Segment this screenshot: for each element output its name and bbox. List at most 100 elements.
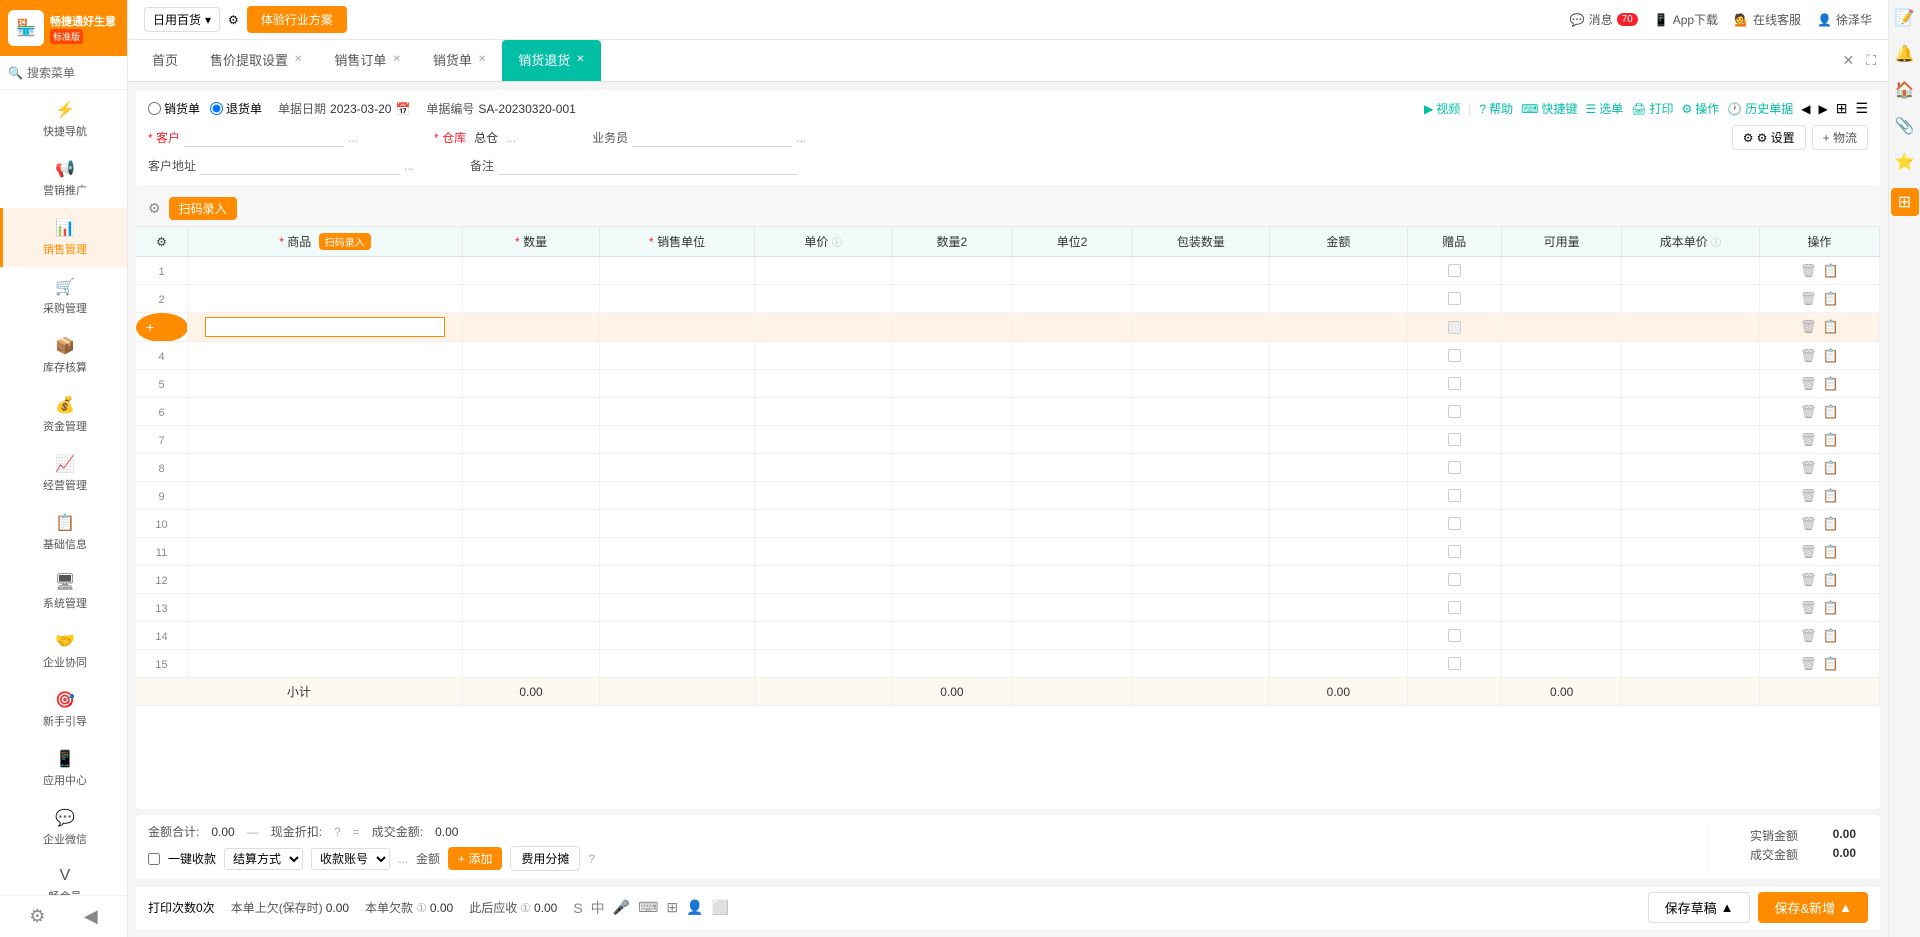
goods-cell[interactable] [188, 342, 463, 370]
data-cell[interactable] [462, 454, 599, 482]
data-cell[interactable] [754, 566, 891, 594]
gift-cell[interactable] [1407, 510, 1501, 538]
right-panel-icon-orange[interactable]: ⊞ [1891, 188, 1919, 216]
delete-row-icon[interactable]: 🗑 [1800, 404, 1817, 420]
data-cell[interactable] [892, 482, 1012, 510]
copy-row-icon[interactable]: 📋 [1822, 291, 1838, 307]
delete-row-icon[interactable]: 🗑 [1800, 348, 1817, 364]
gift-checkbox[interactable] [1448, 545, 1461, 558]
data-cell[interactable] [892, 285, 1012, 313]
prev-icon[interactable]: ◀ [1801, 102, 1810, 116]
data-cell[interactable] [754, 594, 891, 622]
data-cell[interactable] [600, 370, 755, 398]
data-cell[interactable] [754, 510, 891, 538]
data-cell[interactable] [600, 313, 755, 342]
copy-row-icon[interactable]: 📋 [1822, 656, 1838, 672]
data-cell[interactable] [1132, 257, 1269, 285]
goods-cell[interactable] [188, 370, 463, 398]
data-cell[interactable] [462, 538, 599, 566]
copy-row-icon[interactable]: 📋 [1822, 600, 1838, 616]
sidebar-item-inventory[interactable]: 📦 库存核算 [0, 326, 127, 385]
operation-btn[interactable]: ⚙ 操作 [1681, 100, 1719, 117]
delete-row-icon[interactable]: 🗑 [1800, 516, 1817, 532]
goods-input[interactable] [205, 317, 444, 337]
sidebar-item-wechat[interactable]: 💬 企业微信 [0, 798, 127, 857]
help-discount-icon[interactable]: ? [334, 825, 341, 839]
data-cell[interactable] [892, 313, 1012, 342]
data-cell[interactable] [1012, 622, 1132, 650]
data-cell[interactable] [462, 622, 599, 650]
sidebar-item-system[interactable]: 🖥 系统管理 [0, 562, 127, 621]
data-cell[interactable] [462, 342, 599, 370]
data-cell[interactable] [892, 566, 1012, 594]
right-panel-icon-3[interactable]: 🏠 [1895, 80, 1915, 100]
data-cell[interactable] [892, 538, 1012, 566]
radio-delivery-input[interactable] [148, 102, 161, 115]
data-cell[interactable] [1132, 594, 1269, 622]
available-cell[interactable] [1502, 482, 1622, 510]
delete-row-icon[interactable]: 🗑 [1800, 263, 1817, 279]
delete-row-icon[interactable]: 🗑 [1800, 291, 1817, 307]
data-cell[interactable] [754, 342, 891, 370]
copy-row-icon[interactable]: 📋 [1822, 319, 1838, 335]
video-btn[interactable]: ▶ 视频 [1424, 100, 1460, 117]
sidebar-item-guide[interactable]: 🎯 新手引导 [0, 680, 127, 739]
remark-input[interactable] [498, 156, 798, 175]
gift-checkbox[interactable] [1448, 405, 1461, 418]
tab-close-sales-order[interactable]: ✕ [392, 54, 400, 65]
data-cell[interactable] [754, 426, 891, 454]
zhong-icon[interactable]: 中 [591, 898, 605, 918]
cost-cell[interactable] [1622, 285, 1759, 313]
qr-icon[interactable]: ⬜ [712, 899, 729, 916]
data-cell[interactable] [1270, 650, 1407, 678]
gift-checkbox[interactable] [1448, 601, 1461, 614]
data-cell[interactable] [1132, 482, 1269, 510]
delete-row-icon[interactable]: 🗑 [1800, 572, 1817, 588]
delete-row-icon[interactable]: 🗑 [1800, 432, 1817, 448]
cost-cell[interactable] [1622, 398, 1759, 426]
gift-cell[interactable] [1407, 622, 1501, 650]
data-cell[interactable] [1012, 342, 1132, 370]
copy-row-icon[interactable]: 📋 [1822, 376, 1838, 392]
data-cell[interactable] [1270, 566, 1407, 594]
data-cell[interactable] [1270, 454, 1407, 482]
data-cell[interactable] [1270, 257, 1407, 285]
message-btn[interactable]: 💬 消息 70 [1570, 11, 1638, 28]
sidebar-item-enterprise[interactable]: 🤝 企业协同 [0, 621, 127, 680]
select-btn[interactable]: ☰ 选单 [1585, 100, 1623, 117]
gift-cell[interactable] [1407, 594, 1501, 622]
copy-row-icon[interactable]: 📋 [1822, 432, 1838, 448]
available-cell[interactable] [1502, 342, 1622, 370]
goods-cell[interactable] [188, 650, 463, 678]
data-cell[interactable] [600, 454, 755, 482]
copy-row-icon[interactable]: 📋 [1822, 263, 1838, 279]
data-cell[interactable] [462, 566, 599, 594]
account-dots-btn[interactable]: ... [398, 852, 408, 866]
delete-row-icon[interactable]: 🗑 [1800, 488, 1817, 504]
copy-row-icon[interactable]: 📋 [1822, 516, 1838, 532]
data-cell[interactable] [1012, 510, 1132, 538]
sidebar-item-purchase[interactable]: 🛒 采购管理 [0, 267, 127, 326]
data-cell[interactable] [1132, 285, 1269, 313]
gift-checkbox[interactable] [1448, 433, 1461, 446]
data-cell[interactable] [1012, 538, 1132, 566]
data-cell[interactable] [892, 426, 1012, 454]
data-cell[interactable] [1270, 342, 1407, 370]
gift-checkbox[interactable] [1448, 292, 1461, 305]
data-cell[interactable] [1270, 398, 1407, 426]
account-select[interactable]: 收款账号 [311, 848, 390, 870]
data-cell[interactable] [892, 370, 1012, 398]
data-cell[interactable] [754, 313, 891, 342]
collapse-icon[interactable]: ◀ [84, 906, 98, 927]
staff-select-btn[interactable]: ... [796, 131, 806, 145]
cost-cell[interactable] [1622, 538, 1759, 566]
data-cell[interactable] [892, 594, 1012, 622]
data-cell[interactable] [1270, 285, 1407, 313]
gift-checkbox[interactable] [1448, 573, 1461, 586]
online-service-btn[interactable]: 💁 在线客服 [1734, 11, 1801, 28]
data-cell[interactable] [1012, 650, 1132, 678]
data-cell[interactable] [754, 285, 891, 313]
sidebar-item-member[interactable]: V 畅会员 [0, 857, 127, 895]
copy-row-icon[interactable]: 📋 [1822, 488, 1838, 504]
save-draft-btn[interactable]: 保存草稿 ▲ [1648, 892, 1751, 923]
